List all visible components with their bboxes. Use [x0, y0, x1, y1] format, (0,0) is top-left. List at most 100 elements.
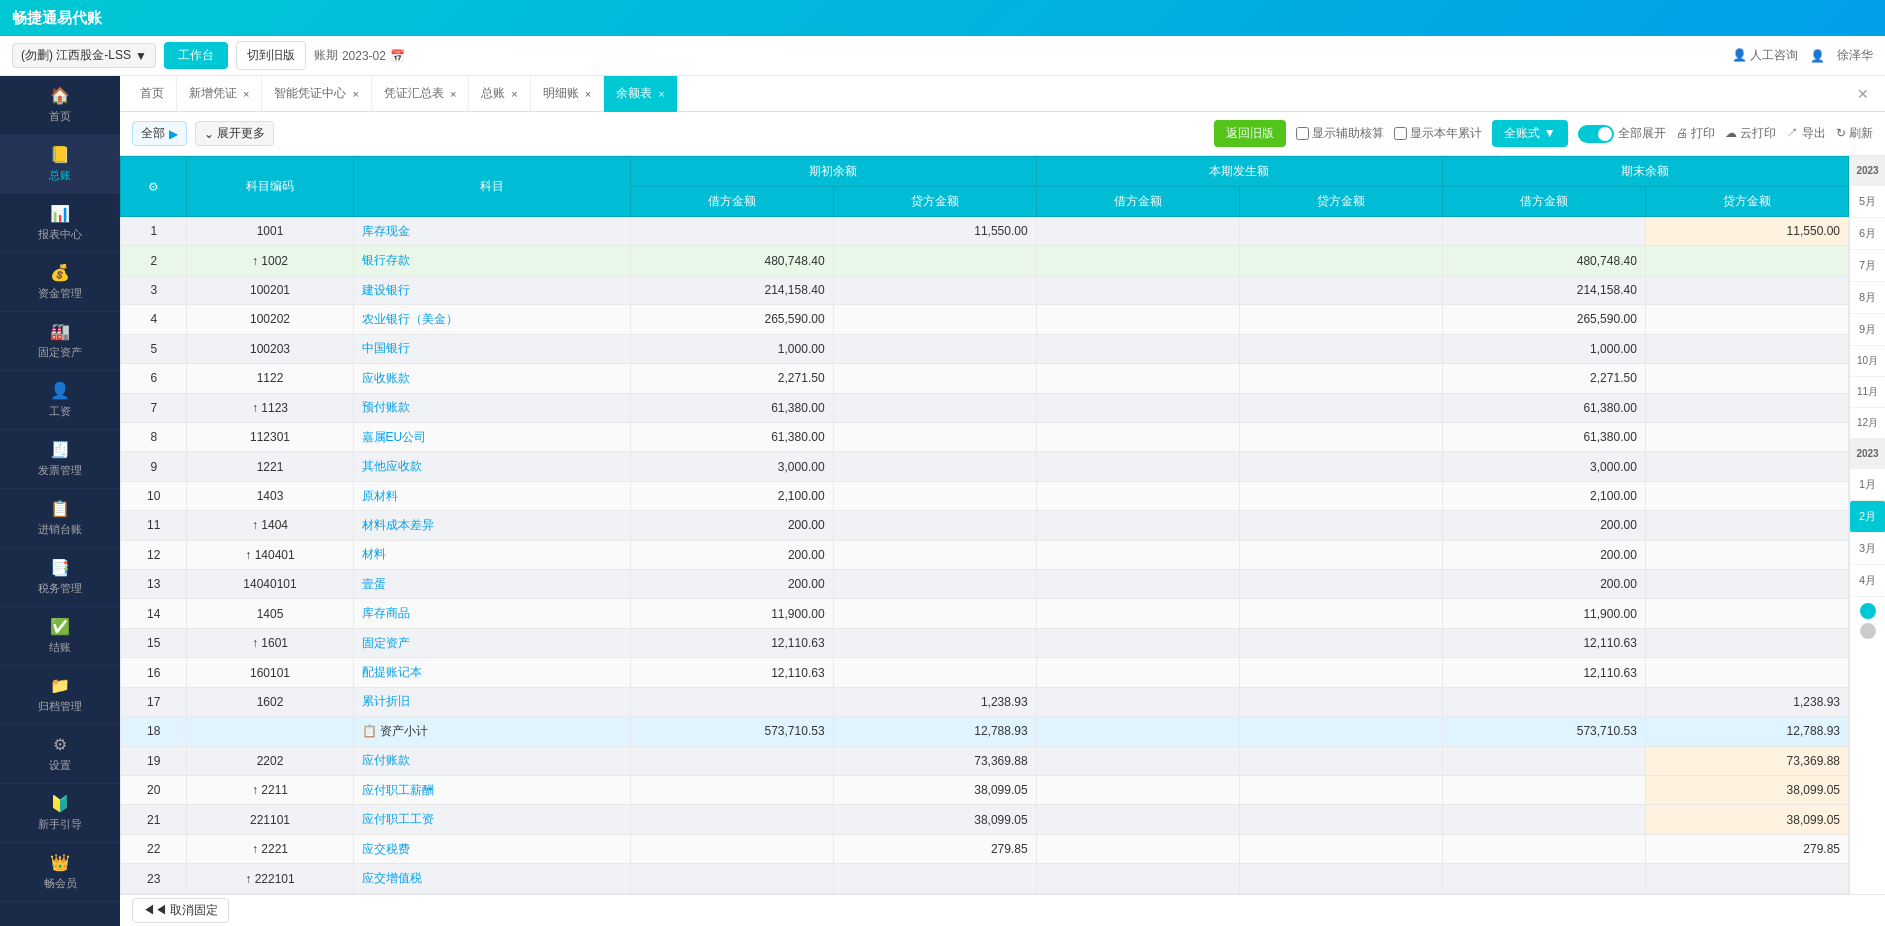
sidebar-item-home[interactable]: 🏠 首页 [0, 76, 120, 135]
export-btn[interactable]: ↗ 导出 [1786, 125, 1825, 142]
table-row: 22 ↑ 2221 应交税费 279.85 279.85 [121, 834, 1849, 863]
cloud-icon: ☁ [1725, 126, 1737, 140]
row-num: 17 [121, 687, 187, 716]
tab-home[interactable]: 首页 [128, 76, 177, 112]
sidebar-item-guide[interactable]: 🔰 新手引导 [0, 784, 120, 843]
format-dropdown-icon: ▼ [1544, 126, 1556, 140]
sidebar-item-member[interactable]: 👑 畅会员 [0, 843, 120, 902]
row-code: ↑ 1404 [187, 511, 353, 540]
month-12[interactable]: 12月 [1850, 408, 1885, 439]
row-code: 1122 [187, 364, 353, 393]
row-end-credit [1645, 393, 1848, 422]
reports-icon: 📊 [50, 204, 70, 223]
row-begin-credit [833, 511, 1036, 540]
row-num: 23 [121, 864, 187, 894]
user-avatar: 👤 [1810, 49, 1825, 63]
tab-balance-close[interactable]: × [658, 88, 664, 100]
tab-detail[interactable]: 明细账 × [531, 76, 604, 112]
show-auxiliary-checkbox[interactable]: 显示辅助核算 [1296, 125, 1384, 142]
tab-smart-center[interactable]: 智能凭证中心 × [262, 76, 371, 112]
row-end-debit: 265,590.00 [1442, 305, 1645, 334]
sidebar-item-tax[interactable]: 📑 税务管理 [0, 548, 120, 607]
row-code [187, 717, 353, 746]
tab-new-voucher-close[interactable]: × [243, 88, 249, 100]
filter-all-tag[interactable]: 全部 ▶ [132, 121, 187, 146]
tab-voucher-summary[interactable]: 凭证汇总表 × [372, 76, 469, 112]
month-11[interactable]: 11月 [1850, 377, 1885, 408]
row-curr-debit [1036, 275, 1239, 304]
row-end-debit: 200.00 [1442, 540, 1645, 569]
month-5[interactable]: 5月 [1850, 186, 1885, 218]
tab-detail-close[interactable]: × [585, 88, 591, 100]
oldver-button[interactable]: 切到旧版 [236, 41, 306, 70]
cancel-fixed-label: 取消固定 [170, 903, 218, 917]
refresh-btn[interactable]: ↻ 刷新 [1836, 125, 1873, 142]
row-begin-debit: 3,000.00 [630, 452, 833, 481]
sidebar-item-settings[interactable]: ⚙ 设置 [0, 725, 120, 784]
sidebar-item-invoices[interactable]: 🧾 发票管理 [0, 430, 120, 489]
month-1[interactable]: 1月 [1850, 469, 1885, 501]
show-ytd-checkbox[interactable]: 显示本年累计 [1394, 125, 1482, 142]
company-selector[interactable]: (勿删) 江西股金-LSS ▼ [12, 43, 156, 68]
workbench-button[interactable]: 工作台 [164, 42, 228, 69]
sidebar-item-assets[interactable]: 🏭 固定资产 [0, 312, 120, 371]
tab-smart-center-close[interactable]: × [352, 88, 358, 100]
month-6[interactable]: 6月 [1850, 218, 1885, 250]
row-end-credit [1645, 658, 1848, 687]
tab-ledger[interactable]: 总账 × [469, 76, 530, 112]
row-begin-debit: 200.00 [630, 570, 833, 599]
tab-ledger-close[interactable]: × [511, 88, 517, 100]
th-settings: ⚙ [121, 157, 187, 217]
row-num: 21 [121, 805, 187, 834]
month-7[interactable]: 7月 [1850, 250, 1885, 282]
row-end-credit [1645, 511, 1848, 540]
expand-all-label: 全部展开 [1618, 125, 1666, 142]
row-code: 221101 [187, 805, 353, 834]
tab-voucher-summary-close[interactable]: × [450, 88, 456, 100]
expand-more-btn[interactable]: ⌄ 展开更多 [195, 121, 274, 146]
app-logo: 畅捷通易代账 [12, 9, 102, 28]
cloud-print-btn[interactable]: ☁ 云打印 [1725, 125, 1776, 142]
row-curr-debit [1036, 540, 1239, 569]
month-year-2023[interactable]: 2023 [1850, 156, 1885, 186]
sidebar-item-settlement[interactable]: ✅ 结账 [0, 607, 120, 666]
calendar-icon[interactable]: 📅 [390, 49, 405, 63]
month-year-2023b[interactable]: 2023 [1850, 439, 1885, 469]
row-begin-debit: 2,100.00 [630, 481, 833, 510]
toggle-switch[interactable] [1578, 125, 1614, 143]
month-2[interactable]: 2月 [1850, 501, 1885, 533]
expand-all-toggle[interactable]: 全部展开 [1578, 125, 1666, 143]
consult-link[interactable]: 👤 人工咨询 [1732, 47, 1798, 64]
month-10[interactable]: 10月 [1850, 346, 1885, 377]
sidebar: 🏠 首页 📒 总账 📊 报表中心 💰 资金管理 🏭 固定资产 👤 工资 🧾 发票… [0, 76, 120, 926]
row-begin-debit [630, 834, 833, 863]
cancel-fixed-button[interactable]: ◀◀ 取消固定 [132, 898, 229, 923]
sidebar-item-ledger[interactable]: 📒 总账 [0, 135, 120, 194]
month-sidebar: 2023 5月 6月 7月 8月 9月 10月 11月 12月 2023 1月 … [1849, 156, 1885, 894]
sidebar-item-payroll[interactable]: 👤 工资 [0, 371, 120, 430]
month-4[interactable]: 4月 [1850, 565, 1885, 597]
row-end-debit: 12,110.63 [1442, 628, 1645, 657]
tab-balance[interactable]: 余额表 × [604, 76, 677, 112]
month-8[interactable]: 8月 [1850, 282, 1885, 314]
row-curr-credit [1239, 658, 1442, 687]
sidebar-item-reports[interactable]: 📊 报表中心 [0, 194, 120, 253]
return-oldver-button[interactable]: 返回旧版 [1214, 120, 1286, 147]
main-layout: 🏠 首页 📒 总账 📊 报表中心 💰 资金管理 🏭 固定资产 👤 工资 🧾 发票… [0, 76, 1885, 926]
ledger-icon: 📒 [50, 145, 70, 164]
print-btn[interactable]: 🖨 打印 [1676, 125, 1715, 142]
auxiliary-check[interactable] [1296, 127, 1309, 140]
sidebar-item-archive[interactable]: 📁 归档管理 [0, 666, 120, 725]
ytd-check[interactable] [1394, 127, 1407, 140]
month-3[interactable]: 3月 [1850, 533, 1885, 565]
table-row: 20 ↑ 2211 应付职工薪酬 38,099.05 38,099.05 [121, 776, 1849, 805]
sidebar-item-sales[interactable]: 📋 进销台账 [0, 489, 120, 548]
tab-new-voucher[interactable]: 新增凭证 × [177, 76, 262, 112]
th-code: 科目编码 [187, 157, 353, 217]
full-format-button[interactable]: 全账式 ▼ [1492, 120, 1567, 147]
sidebar-item-funds[interactable]: 💰 资金管理 [0, 253, 120, 312]
row-begin-debit: 12,110.63 [630, 658, 833, 687]
th-end-credit: 贷方金额 [1645, 187, 1848, 217]
month-9[interactable]: 9月 [1850, 314, 1885, 346]
tab-area-close[interactable]: ✕ [1849, 86, 1877, 102]
